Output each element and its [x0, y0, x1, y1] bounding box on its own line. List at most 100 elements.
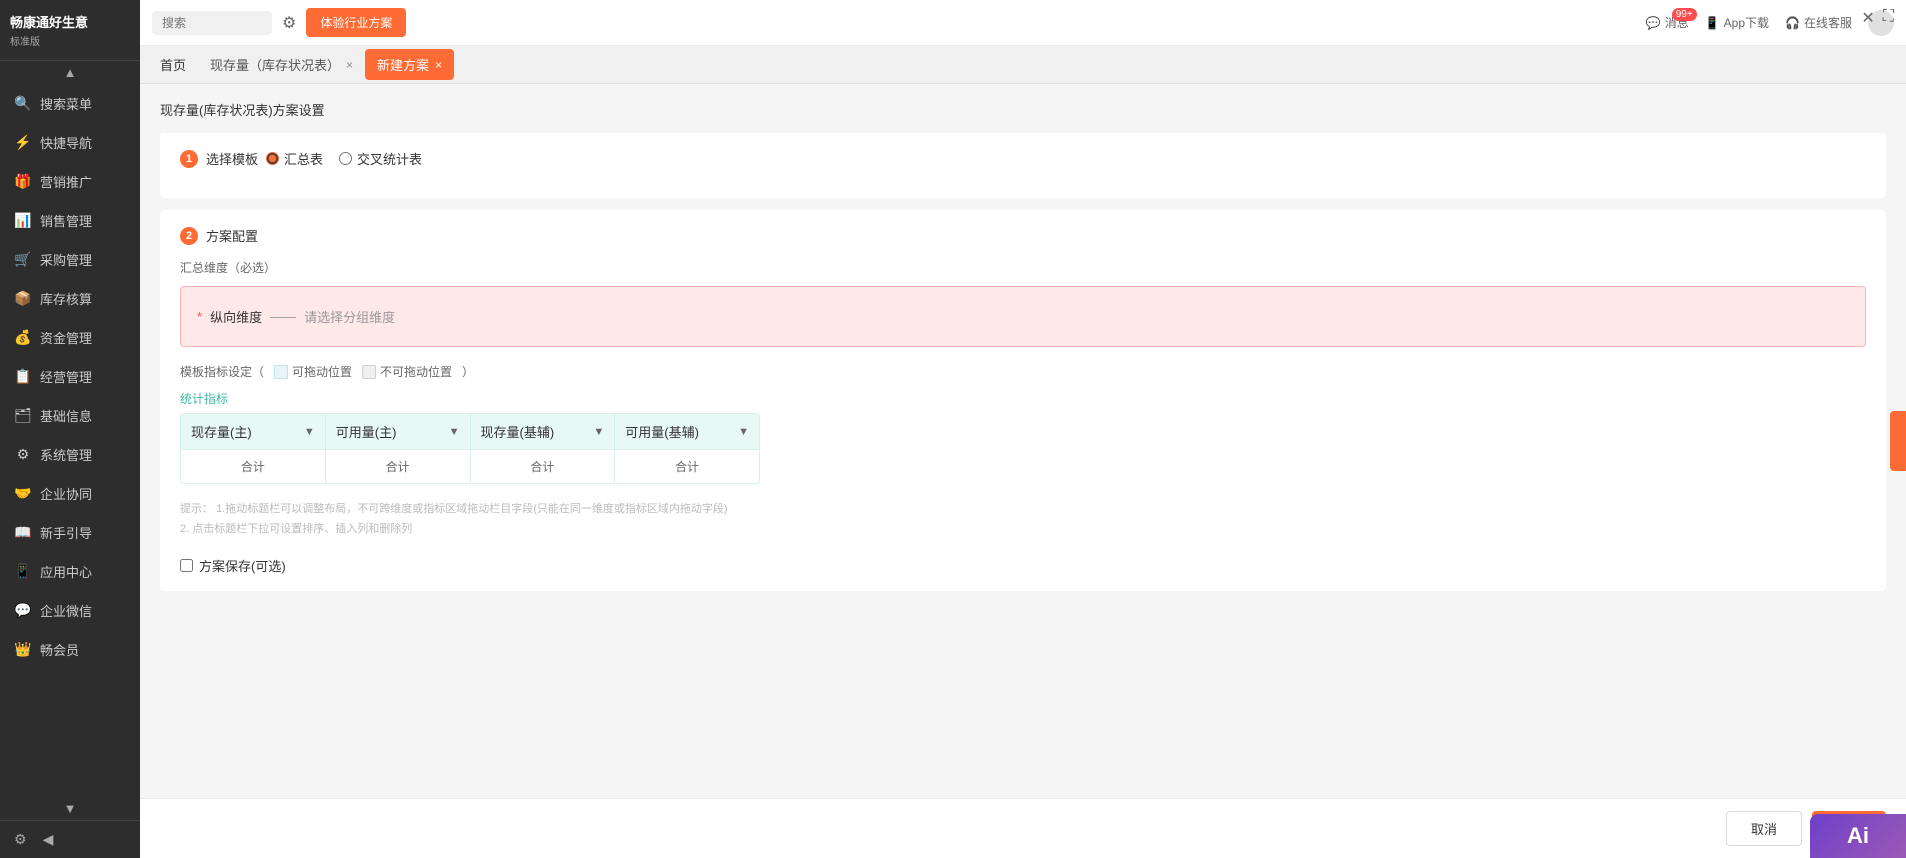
- folder-icon: 🗂: [14, 407, 32, 424]
- sidebar-item-search[interactable]: 🔍 搜索菜单: [0, 84, 140, 123]
- legend-fixed: 不可拖动位置: [362, 363, 452, 380]
- sidebar-scroll-up[interactable]: ▲: [0, 61, 140, 84]
- step2-section: 2 方案配置 汇总维度（必选） * 纵向维度 —— 请选择分组维度 模板指标设定…: [160, 210, 1886, 591]
- sidebar-item-system[interactable]: ⚙ 系统管理: [0, 435, 140, 474]
- stats-col-1-dropdown[interactable]: ▼: [449, 426, 460, 438]
- topbar-right: 💬 消息 99+ 📱 App下载 🎧 在线客服: [1646, 10, 1894, 36]
- topbar-settings-icon[interactable]: ⚙: [282, 13, 296, 33]
- topbar: ⚙ 体验行业方案 💬 消息 99+ 📱 App下载 🎧 在线客服: [140, 0, 1906, 46]
- chart-icon: 📊: [14, 212, 32, 229]
- stats-col-3-dropdown[interactable]: ▼: [738, 426, 749, 438]
- stats-col-0-dropdown[interactable]: ▼: [304, 426, 315, 438]
- sidebar-footer: ⚙ ◀: [0, 820, 140, 858]
- step2-badge: 2: [180, 227, 198, 245]
- movable-box-icon: [274, 365, 288, 379]
- message-icon: 💬: [1646, 16, 1661, 30]
- ai-badge[interactable]: Ai: [1810, 814, 1906, 858]
- tab-inventory-close[interactable]: ×: [346, 58, 353, 72]
- expand-button[interactable]: ⛶: [1883, 8, 1894, 28]
- stats-col-2-label: 现存量(基辅): [481, 422, 555, 441]
- chat-icon: 💬: [14, 602, 32, 619]
- stats-col-0: 现存量(主) ▼: [181, 414, 326, 449]
- settings-footer-icon[interactable]: ⚙: [14, 831, 27, 848]
- main-container: ⚙ 体验行业方案 💬 消息 99+ 📱 App下载 🎧 在线客服 首页 现存量（…: [140, 0, 1906, 858]
- trial-button[interactable]: 体验行业方案: [306, 8, 406, 37]
- radio-cross-input[interactable]: [339, 152, 352, 165]
- sidebar-item-app-center[interactable]: 📱 应用中心: [0, 552, 140, 591]
- stats-col-1: 可用量(主) ▼: [326, 414, 471, 449]
- sidebar-nav: 🔍 搜索菜单 ⚡ 快捷导航 🎁 营销推广 📊 销售管理 🛒 采购管理 📦 库存核…: [0, 84, 140, 797]
- asterisk-icon: *: [197, 309, 202, 324]
- tab-new-scheme-label: 新建方案: [377, 55, 429, 74]
- tab-inventory-status[interactable]: 现存量（库存状况表） ×: [198, 49, 365, 80]
- stats-col-3-label: 可用量(基辅): [625, 422, 699, 441]
- stats-col-2-dropdown[interactable]: ▼: [593, 426, 604, 438]
- stats-cell-2: 合计: [471, 450, 616, 483]
- fixed-label: 不可拖动位置: [380, 363, 452, 380]
- metrics-label-row: 模板指标设定（ 可拖动位置 不可拖动位置 ）: [180, 363, 1866, 380]
- stats-col-3: 可用量(基辅) ▼: [615, 414, 759, 449]
- stats-table-row: 合计 合计 合计 合计: [181, 449, 759, 483]
- right-edge-hint[interactable]: [1890, 411, 1906, 471]
- message-button[interactable]: 💬 消息 99+: [1646, 14, 1689, 31]
- stats-section: 统计指标 现存量(主) ▼ 可用量(主) ▼: [180, 390, 1866, 484]
- sidebar-item-inventory[interactable]: 📦 库存核算: [0, 279, 140, 318]
- message-badge: 99+: [1672, 8, 1697, 21]
- sidebar-item-member[interactable]: 👑 畅会员: [0, 630, 140, 669]
- sidebar-item-label: 新手引导: [40, 523, 92, 542]
- cart-icon: 🛒: [14, 251, 32, 268]
- sidebar-item-guide[interactable]: 📖 新手引导: [0, 513, 140, 552]
- online-service-button[interactable]: 🎧 在线客服: [1785, 14, 1852, 31]
- stats-cell-3: 合计: [615, 450, 759, 483]
- tab-new-scheme-close[interactable]: ×: [435, 58, 442, 72]
- sidebar-item-operations[interactable]: 📋 经营管理: [0, 357, 140, 396]
- sidebar-item-label: 企业微信: [40, 601, 92, 620]
- sidebar-item-label: 企业协同: [40, 484, 92, 503]
- sidebar-item-wechat[interactable]: 💬 企业微信: [0, 591, 140, 630]
- app-download-icon: 📱: [1705, 16, 1720, 30]
- money-icon: 💰: [14, 329, 32, 346]
- tips-title: 提示： 1.拖动标题栏可以调整布局，不可跨维度或指标区域拖动栏目字段(只能在同一…: [180, 500, 1866, 520]
- sidebar-item-purchase[interactable]: 🛒 采购管理: [0, 240, 140, 279]
- movable-label: 可拖动位置: [292, 363, 352, 380]
- close-button[interactable]: ✕: [1861, 8, 1874, 28]
- dimension-box: * 纵向维度 —— 请选择分组维度: [180, 286, 1866, 347]
- gift-icon: 🎁: [14, 173, 32, 190]
- radio-summary-input[interactable]: [266, 152, 279, 165]
- tab-home[interactable]: 首页: [148, 49, 198, 80]
- sidebar-item-label: 基础信息: [40, 406, 92, 425]
- fixed-box-icon: [362, 365, 376, 379]
- tips-section: 提示： 1.拖动标题栏可以调整布局，不可跨维度或指标区域拖动栏目字段(只能在同一…: [180, 500, 1866, 540]
- page-title: 现存量(库存状况表)方案设置: [160, 100, 1886, 119]
- step1-header: 1 选择模板 汇总表 交叉统计表: [180, 149, 1866, 168]
- sidebar-item-label: 搜索菜单: [40, 94, 92, 113]
- sidebar-item-corp[interactable]: 🤝 企业协同: [0, 474, 140, 513]
- app-download-button[interactable]: 📱 App下载: [1705, 14, 1769, 31]
- sidebar-item-label: 畅会员: [40, 640, 79, 659]
- app-name: 畅康通好生意: [10, 12, 130, 31]
- save-checkbox[interactable]: [180, 559, 193, 572]
- cancel-button[interactable]: 取消: [1726, 811, 1802, 846]
- sidebar-item-quick-nav[interactable]: ⚡ 快捷导航: [0, 123, 140, 162]
- sidebar-item-label: 快捷导航: [40, 133, 92, 152]
- sidebar-item-marketing[interactable]: 🎁 营销推广: [0, 162, 140, 201]
- sidebar-item-label: 库存核算: [40, 289, 92, 308]
- sidebar-scroll-down[interactable]: ▼: [0, 797, 140, 820]
- sidebar-item-sales[interactable]: 📊 销售管理: [0, 201, 140, 240]
- radio-summary[interactable]: 汇总表: [266, 149, 323, 168]
- search-input[interactable]: [152, 11, 272, 35]
- radio-cross[interactable]: 交叉统计表: [339, 149, 422, 168]
- operations-icon: 📋: [14, 368, 32, 385]
- required-hint: 汇总维度（必选）: [180, 259, 1866, 276]
- radio-cross-label: 交叉统计表: [357, 149, 422, 168]
- sidebar-item-label: 经营管理: [40, 367, 92, 386]
- sidebar-item-label: 系统管理: [40, 445, 92, 464]
- sidebar-item-label: 销售管理: [40, 211, 92, 230]
- sidebar-item-basic-info[interactable]: 🗂 基础信息: [0, 396, 140, 435]
- collapse-icon[interactable]: ◀: [43, 831, 54, 848]
- box-icon: 📦: [14, 290, 32, 307]
- sidebar-item-finance[interactable]: 💰 资金管理: [0, 318, 140, 357]
- tab-new-scheme[interactable]: 新建方案 ×: [365, 49, 454, 80]
- dimension-placeholder[interactable]: 请选择分组维度: [304, 307, 395, 326]
- stats-col-0-label: 现存量(主): [191, 422, 252, 441]
